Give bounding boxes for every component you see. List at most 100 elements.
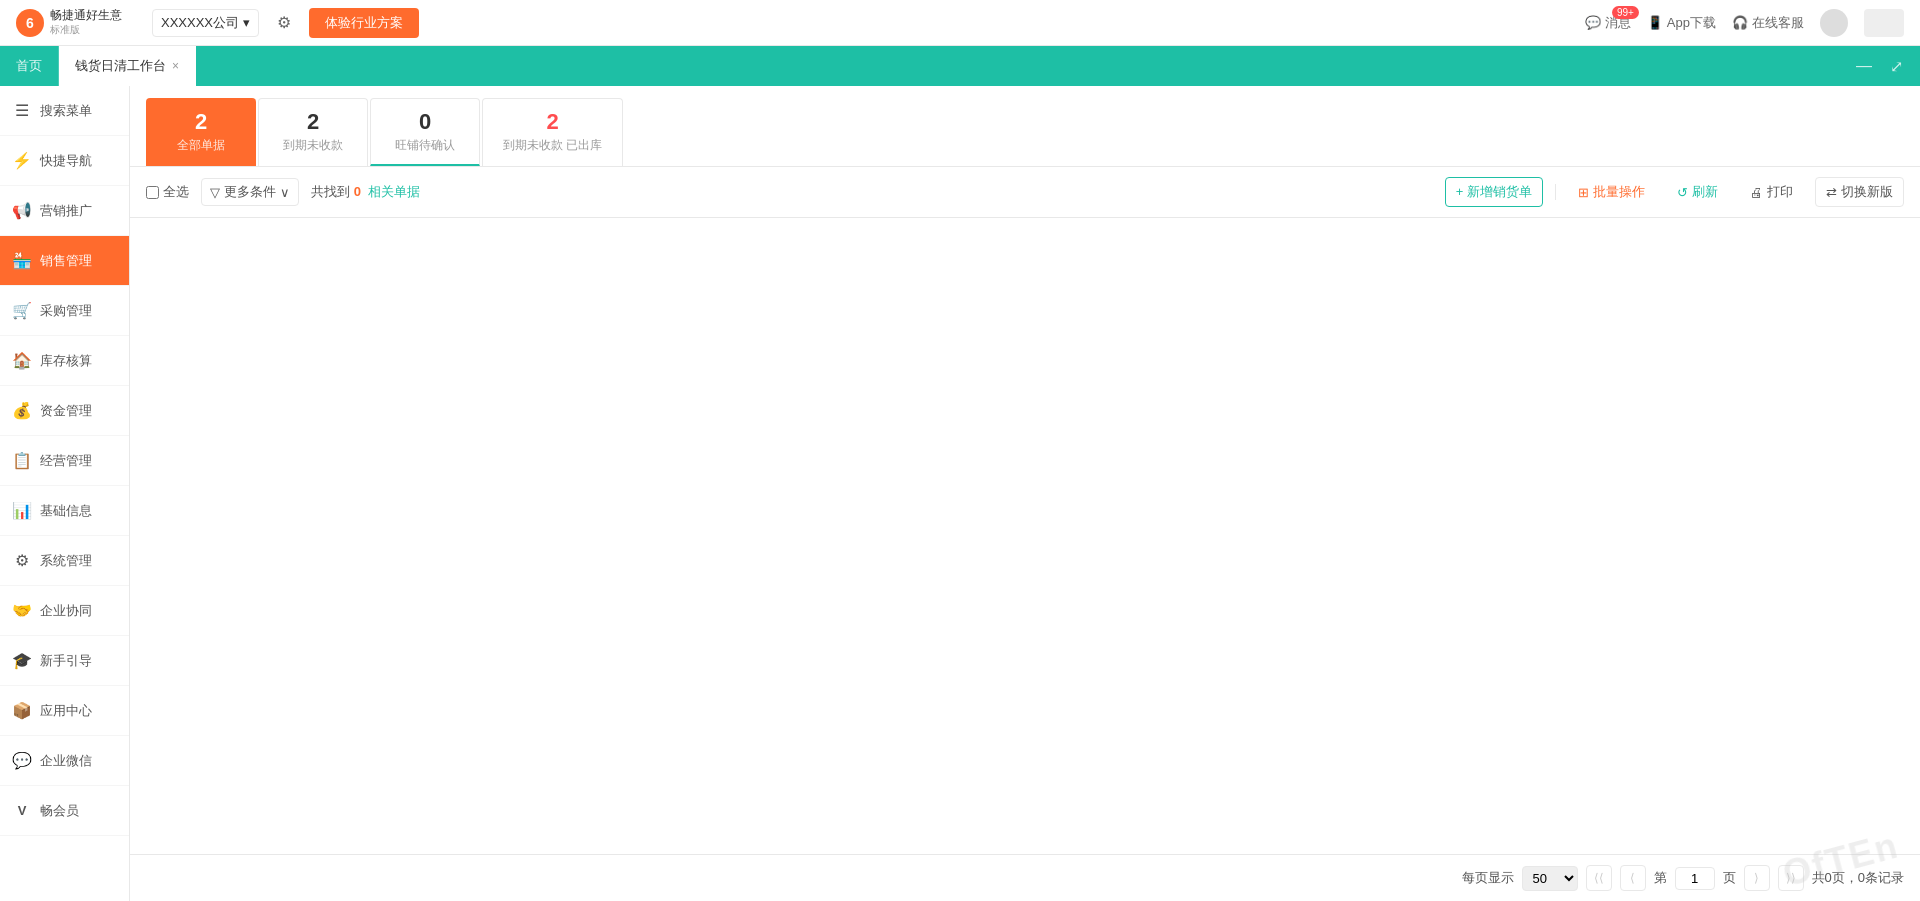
sidebar-label-member: 畅会员 (40, 802, 79, 820)
company-selector[interactable]: XXXXXX公司 ▾ (152, 9, 259, 37)
beginner-icon: 🎓 (12, 651, 32, 670)
user-name-area[interactable] (1864, 9, 1904, 37)
quick-nav-icon: ⚡ (12, 151, 32, 170)
toolbar-right: + 新增销货单 ⊞ 批量操作 ↺ 刷新 🖨 打印 ⇄ 切换新版 (1445, 177, 1904, 207)
logo-icon: 6 (16, 9, 44, 37)
sidebar-item-marketing[interactable]: 📢 营销推广 (0, 186, 129, 236)
app-subtitle: 标准版 (50, 23, 122, 37)
found-count: 0 (354, 184, 361, 199)
toolbar: 全选 ▽ 更多条件 ∨ 共找到 0 相关单据 + 新增销货单 ⊞ (130, 167, 1920, 218)
active-tab-label: 钱货日清工作台 (75, 57, 166, 75)
stat-tab-all[interactable]: 2 全部单据 (146, 98, 256, 166)
stat-tab-pending[interactable]: 0 旺铺待确认 (370, 98, 480, 166)
stat-number-overdue-shipped: 2 (503, 109, 602, 135)
switch-label: 切换新版 (1841, 183, 1893, 201)
select-all-checkbox[interactable]: 全选 (146, 183, 189, 201)
sidebar-item-inventory[interactable]: 🏠 库存核算 (0, 336, 129, 386)
stat-label-pending: 旺铺待确认 (391, 137, 459, 154)
chevron-down-icon: ∨ (280, 185, 290, 200)
sidebar-item-quick-nav[interactable]: ⚡ 快捷导航 (0, 136, 129, 186)
related-docs-link[interactable]: 相关单据 (368, 184, 420, 199)
batch-ops-label: 批量操作 (1593, 183, 1645, 201)
sidebar-item-purchase-mgmt[interactable]: 🛒 采购管理 (0, 286, 129, 336)
page-label-ye: 页 (1723, 869, 1736, 887)
avatar[interactable] (1820, 9, 1848, 37)
sidebar-label-beginner: 新手引导 (40, 652, 92, 670)
app-download-button[interactable]: 📱 App下载 (1647, 14, 1716, 32)
sidebar-item-enterprise[interactable]: 🤝 企业协同 (0, 586, 129, 636)
home-tab-label: 首页 (16, 57, 42, 75)
stat-tab-overdue-shipped[interactable]: 2 到期未收款 已出库 (482, 98, 623, 166)
batch-ops-button[interactable]: ⊞ 批量操作 (1568, 178, 1655, 206)
page-number-input[interactable] (1675, 867, 1715, 890)
search-menu-icon: ☰ (12, 101, 32, 120)
dropdown-icon: ▾ (243, 15, 250, 30)
batch-ops-icon: ⊞ (1578, 185, 1589, 200)
filter-icon: ▽ (210, 185, 220, 200)
sidebar-item-sys-mgmt[interactable]: ⚙ 系统管理 (0, 536, 129, 586)
sidebar-item-beginner[interactable]: 🎓 新手引导 (0, 636, 129, 686)
tab-home[interactable]: 首页 (0, 46, 59, 86)
divider-1 (1555, 184, 1556, 200)
app-title: 畅捷通好生意 (50, 8, 122, 24)
enterprise-icon: 🤝 (12, 601, 32, 620)
sidebar-label-marketing: 营销推广 (40, 202, 92, 220)
logo-area: 6 畅捷通好生意 标准版 (16, 8, 122, 38)
refresh-label: 刷新 (1692, 183, 1718, 201)
stats-tabs: 2 全部单据 2 到期未收款 0 旺铺待确认 2 到期未收款 已出库 (130, 86, 1920, 167)
sidebar-item-search-menu[interactable]: ☰ 搜索菜单 (0, 86, 129, 136)
refresh-button[interactable]: ↺ 刷新 (1667, 178, 1728, 206)
more-filters-button[interactable]: ▽ 更多条件 ∨ (201, 178, 299, 206)
found-text: 共找到 0 相关单据 (311, 183, 420, 201)
service-icon: 🎧 (1732, 15, 1748, 30)
sidebar-item-funds-mgmt[interactable]: 💰 资金管理 (0, 386, 129, 436)
sidebar-item-sales-mgmt[interactable]: 🏪 销售管理 (0, 236, 129, 286)
tab-bar-actions: — ⤢ (1852, 54, 1920, 78)
sidebar-label-enterprise: 企业协同 (40, 602, 92, 620)
stat-tab-overdue[interactable]: 2 到期未收款 (258, 98, 368, 166)
tab-minimize-button[interactable]: — (1852, 54, 1876, 78)
tab-maximize-button[interactable]: ⤢ (1884, 54, 1908, 78)
page-prev-button[interactable]: ⟨ (1620, 865, 1646, 891)
switch-version-button[interactable]: ⇄ 切换新版 (1815, 177, 1904, 207)
refresh-icon: ↺ (1677, 185, 1688, 200)
page-size-label: 每页显示 (1462, 869, 1514, 887)
tab-bar: 首页 钱货日清工作台 × — ⤢ (0, 46, 1920, 86)
page-label-di: 第 (1654, 869, 1667, 887)
page-size-select[interactable]: 50 20 100 (1522, 866, 1578, 891)
inventory-icon: 🏠 (12, 351, 32, 370)
print-icon: 🖨 (1750, 185, 1763, 200)
page-last-button[interactable]: ⟩⟩ (1778, 865, 1804, 891)
tab-close-button[interactable]: × (172, 59, 179, 73)
stat-label-all: 全部单据 (167, 137, 235, 154)
sidebar-item-app-center[interactable]: 📦 应用中心 (0, 686, 129, 736)
header-right: 💬 消息 99+ 📱 App下载 🎧 在线客服 (1585, 9, 1904, 37)
found-prefix: 共找到 (311, 184, 350, 199)
app-download-icon: 📱 (1647, 15, 1663, 30)
page-first-button[interactable]: ⟨⟨ (1586, 865, 1612, 891)
sidebar-label-app-center: 应用中心 (40, 702, 92, 720)
sidebar-item-wechat-work[interactable]: 💬 企业微信 (0, 736, 129, 786)
sidebar-label-inventory: 库存核算 (40, 352, 92, 370)
operations-icon: 📋 (12, 451, 32, 470)
new-sales-button[interactable]: + 新增销货单 (1445, 177, 1543, 207)
pagination-bar: 每页显示 50 20 100 ⟨⟨ ⟨ 第 页 ⟩ ⟩⟩ 共0页，0条记录 (130, 854, 1920, 901)
stat-number-overdue: 2 (279, 109, 347, 135)
purchase-mgmt-icon: 🛒 (12, 301, 32, 320)
empty-state (130, 218, 1920, 854)
tab-active[interactable]: 钱货日清工作台 × (59, 46, 196, 86)
industry-button[interactable]: 体验行业方案 (309, 8, 419, 38)
sidebar-item-member[interactable]: V 畅会员 (0, 786, 129, 836)
message-icon: 💬 (1585, 15, 1601, 30)
sidebar-item-operations[interactable]: 📋 经营管理 (0, 436, 129, 486)
app-download-label: App下载 (1667, 14, 1716, 32)
settings-button[interactable]: ⚙ (269, 8, 299, 38)
sidebar-item-basic-info[interactable]: 📊 基础信息 (0, 486, 129, 536)
select-all-input[interactable] (146, 186, 159, 199)
print-button[interactable]: 🖨 打印 (1740, 178, 1803, 206)
messages-button[interactable]: 💬 消息 99+ (1585, 14, 1631, 32)
online-service-button[interactable]: 🎧 在线客服 (1732, 14, 1804, 32)
sidebar-label-purchase-mgmt: 采购管理 (40, 302, 92, 320)
sidebar-label-quick-nav: 快捷导航 (40, 152, 92, 170)
page-next-button[interactable]: ⟩ (1744, 865, 1770, 891)
